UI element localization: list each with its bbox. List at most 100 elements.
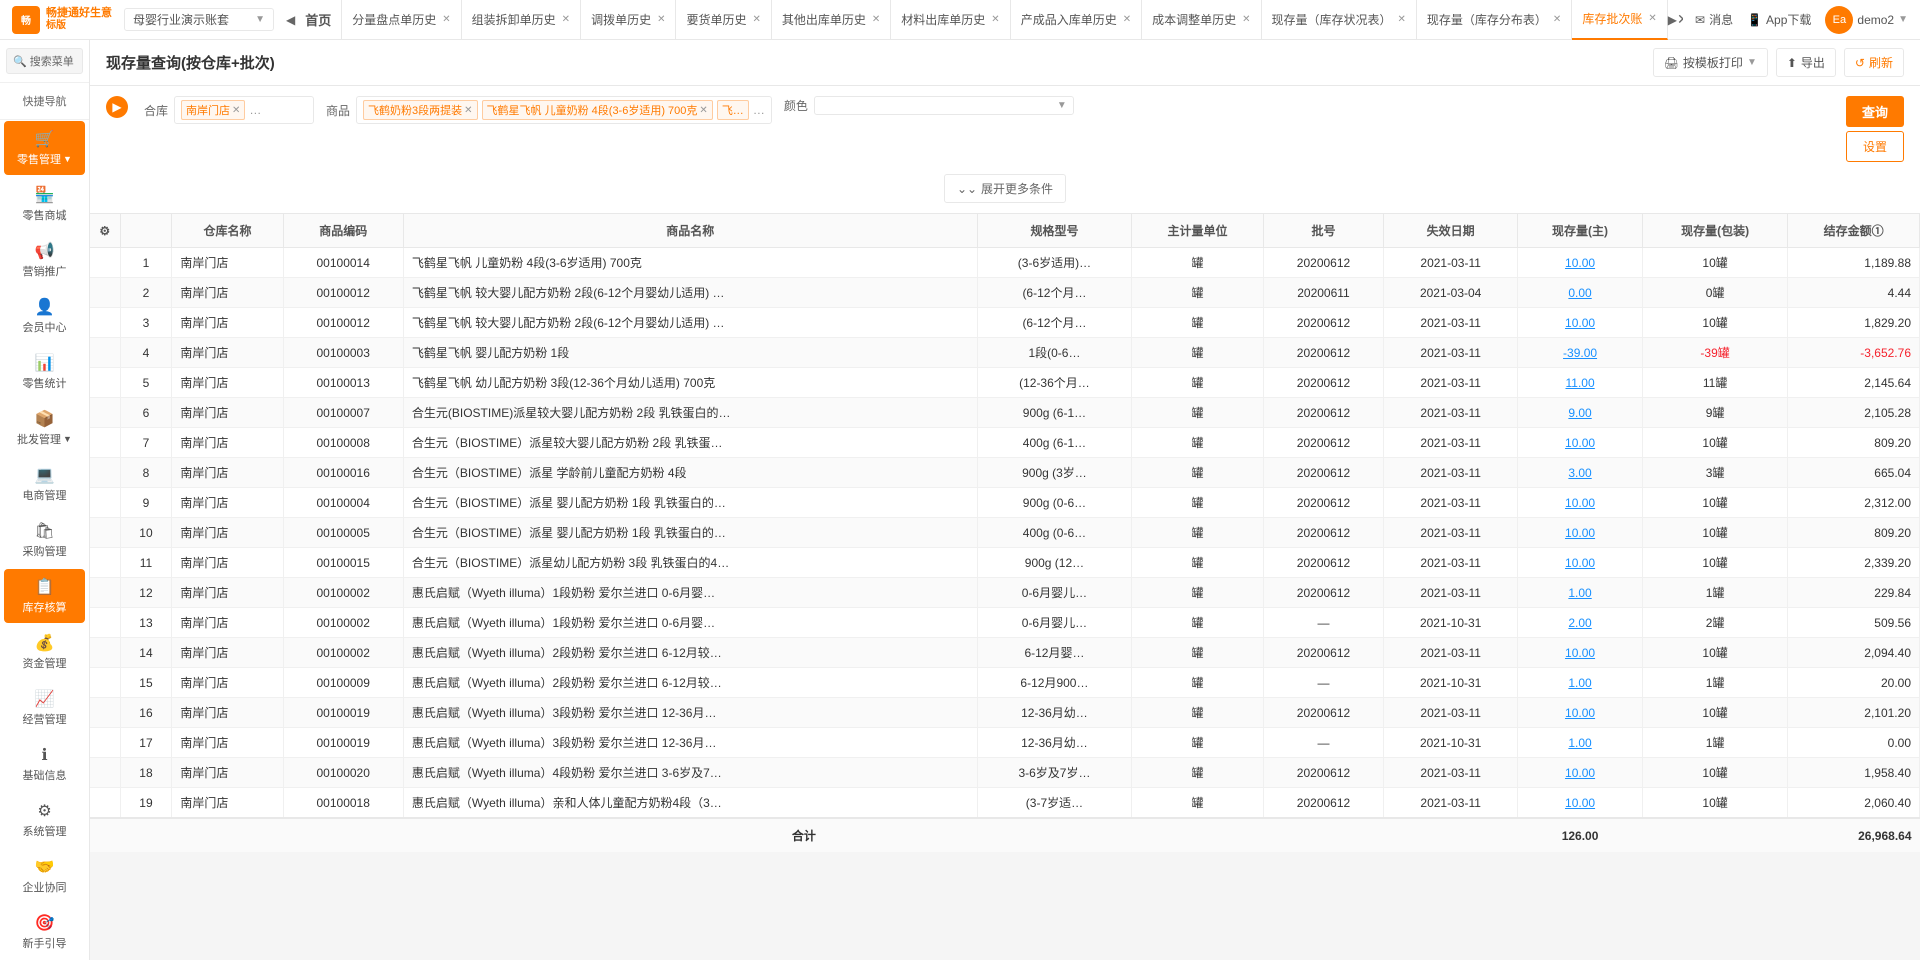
row-checkbox — [90, 698, 120, 728]
sidebar-item-corp[interactable]: 🤝 企业协同 — [4, 849, 85, 903]
sidebar-item-purchase[interactable]: 🛍 采购管理 — [4, 513, 85, 567]
sidebar-item-inventory[interactable]: 📋 库存核算 — [4, 569, 85, 623]
row-stock-main[interactable]: 11.00 — [1518, 368, 1643, 398]
row-stock-main[interactable]: 10.00 — [1518, 308, 1643, 338]
filter-main-row: ▶ 合库 南岸门店 ✕ … 商品 飞鹤奶粉3段两提装 — [106, 96, 1904, 162]
sidebar-item-member[interactable]: 👤 会员中心 — [4, 289, 85, 343]
sidebar-item-retail-stats[interactable]: 📊 零售统计 — [4, 345, 85, 399]
row-stock-main[interactable]: 3.00 — [1518, 458, 1643, 488]
goods-tag-remove-0[interactable]: ✕ — [464, 105, 472, 116]
row-unit: 罐 — [1132, 278, 1264, 308]
tab-8[interactable]: 成本调整单历史 ✕ — [1142, 0, 1261, 40]
table-row: 2南岸门店00100012飞鹤星飞帆 较大婴儿配方奶粉 2段(6-12个月婴幼儿… — [90, 278, 1920, 308]
warehouse-tag-remove-0[interactable]: ✕ — [232, 105, 240, 116]
quick-nav-btn[interactable]: 快捷导航 — [0, 87, 89, 115]
row-stock-main[interactable]: 0.00 — [1518, 278, 1643, 308]
industry-selector[interactable]: 母婴行业演示账套 ▼ — [124, 8, 274, 31]
export-btn[interactable]: ⬆ 导出 — [1776, 48, 1836, 77]
row-code: 00100012 — [283, 308, 403, 338]
row-expire: 2021-03-04 — [1384, 278, 1518, 308]
row-warehouse: 南岸门店 — [172, 578, 283, 608]
tab-9[interactable]: 现存量（库存状况表）✕ — [1262, 0, 1417, 40]
row-stock-main[interactable]: 2.00 — [1518, 608, 1643, 638]
tab-4[interactable]: 要货单历史 ✕ — [676, 0, 771, 40]
footer-label: 合计 — [90, 818, 1518, 852]
sidebar-item-retail-mgmt[interactable]: 🛒 零售管理 ▼ — [4, 121, 85, 175]
tab-scroll-left[interactable]: ◀ — [286, 0, 295, 40]
expand-conditions-btn[interactable]: ⌄⌄ 展开更多条件 — [944, 174, 1066, 203]
row-unit: 罐 — [1132, 488, 1264, 518]
row-stock-main[interactable]: 10.00 — [1518, 548, 1643, 578]
row-unit: 罐 — [1132, 368, 1264, 398]
row-no: 6 — [120, 398, 172, 428]
col-settings-header[interactable]: ⚙ — [90, 214, 120, 248]
print-btn[interactable]: 🖨 按模板打印 ▼ — [1653, 48, 1768, 77]
row-stock-main[interactable]: 10.00 — [1518, 758, 1643, 788]
goods-tag-container[interactable]: 飞鹤奶粉3段两提装 ✕ 飞鹤星飞帆 儿童奶粉 4段(3-6岁适用) 700克 ✕… — [356, 96, 772, 124]
sidebar-item-system[interactable]: ⚙ 系统管理 — [4, 793, 85, 847]
sidebar-item-guide[interactable]: 🎯 新手引导 — [4, 905, 85, 959]
row-unit: 罐 — [1132, 248, 1264, 278]
row-stock-main[interactable]: -39.00 — [1518, 338, 1643, 368]
expand-arrow-btn[interactable]: ▶ — [106, 96, 128, 118]
row-stock-main[interactable]: 10.00 — [1518, 488, 1643, 518]
row-batch: — — [1263, 668, 1383, 698]
sidebar-item-wholesale[interactable]: 📦 批发管理 ▼ — [4, 401, 85, 455]
row-no: 1 — [120, 248, 172, 278]
goods-tag-0: 飞鹤奶粉3段两提装 ✕ — [363, 100, 478, 120]
tab-2[interactable]: 组装拆卸单历史 ✕ — [462, 0, 581, 40]
search-menu-btn[interactable]: 🔍 搜索菜单 — [6, 48, 83, 74]
tab-7[interactable]: 产成品入库单历史 ✕ — [1011, 0, 1142, 40]
tab-scroll-right[interactable]: ▶ — [1668, 0, 1677, 40]
retail-stats-icon: 📊 — [35, 353, 55, 373]
goods-tag-remove-1[interactable]: ✕ — [699, 105, 707, 116]
corp-label: 企业协同 — [23, 879, 67, 895]
refresh-btn[interactable]: ↺ 刷新 — [1844, 48, 1904, 77]
row-stock-main[interactable]: 10.00 — [1518, 638, 1643, 668]
tab-6[interactable]: 材料出库单历史 ✕ — [891, 0, 1010, 40]
row-stock-main[interactable]: 1.00 — [1518, 728, 1643, 758]
app-download-btn[interactable]: 📱 App下载 — [1747, 11, 1811, 28]
avatar: Ea — [1825, 6, 1853, 34]
row-stock-main[interactable]: 1.00 — [1518, 578, 1643, 608]
guide-icon: 🎯 — [35, 913, 55, 933]
row-stock-main[interactable]: 10.00 — [1518, 788, 1643, 819]
row-stock-main[interactable]: 1.00 — [1518, 668, 1643, 698]
row-stock-main[interactable]: 10.00 — [1518, 518, 1643, 548]
row-batch: 20200612 — [1263, 428, 1383, 458]
row-name: 合生元（BIOSTIME）派星较大婴儿配方奶粉 2段 乳铁蛋… — [403, 428, 977, 458]
sidebar-item-business[interactable]: 📈 经营管理 — [4, 681, 85, 735]
row-spec: 900g (12… — [977, 548, 1131, 578]
row-stock-main[interactable]: 9.00 — [1518, 398, 1643, 428]
tab-5[interactable]: 其他出库单历史 ✕ — [772, 0, 891, 40]
sidebar-item-marketing[interactable]: 📢 营销推广 — [4, 233, 85, 287]
industry-name: 母婴行业演示账套 — [133, 11, 229, 28]
tab-3[interactable]: 调拨单历史 ✕ — [581, 0, 676, 40]
setting-btn[interactable]: 设置 — [1846, 131, 1904, 162]
tab-close-all[interactable]: ✕ — [1677, 0, 1683, 40]
row-expire: 2021-03-11 — [1384, 248, 1518, 278]
col-unit-header: 主计量单位 — [1132, 214, 1264, 248]
warehouse-tag-container[interactable]: 南岸门店 ✕ … — [174, 96, 314, 124]
row-expire: 2021-03-11 — [1384, 518, 1518, 548]
sidebar-item-ecommerce[interactable]: 💻 电商管理 — [4, 457, 85, 511]
sidebar-item-basic-info[interactable]: ℹ 基础信息 — [4, 737, 85, 791]
username: demo2 — [1857, 13, 1894, 27]
row-stock-main[interactable]: 10.00 — [1518, 698, 1643, 728]
tab-10[interactable]: 现存量（库存分布表）✕ — [1417, 0, 1572, 40]
tab-home[interactable]: 首页 — [295, 0, 342, 40]
row-amount: 2,145.64 — [1788, 368, 1920, 398]
message-btn[interactable]: ✉ 消息 — [1695, 11, 1733, 28]
user-info[interactable]: Ea demo2 ▼ — [1825, 6, 1908, 34]
sidebar-item-retail-shop[interactable]: 🏪 零售商城 — [4, 177, 85, 231]
tab-11[interactable]: 库存批次账 ✕ — [1572, 0, 1667, 40]
row-stock-main[interactable]: 10.00 — [1518, 248, 1643, 278]
row-stock-main[interactable]: 10.00 — [1518, 428, 1643, 458]
table-row: 6南岸门店00100007合生元(BIOSTIME)派星较大婴儿配方奶粉 2段 … — [90, 398, 1920, 428]
query-btn[interactable]: 查询 — [1846, 96, 1904, 127]
tab-1[interactable]: 分量盘点单历史 ✕ — [342, 0, 461, 40]
ecommerce-icon: 💻 — [35, 465, 55, 485]
row-name: 惠氏启赋（Wyeth illuma）亲和人体儿童配方奶粉4段（3… — [403, 788, 977, 819]
color-filter-container[interactable]: ▼ — [814, 96, 1074, 115]
sidebar-item-finance[interactable]: 💰 资金管理 — [4, 625, 85, 679]
